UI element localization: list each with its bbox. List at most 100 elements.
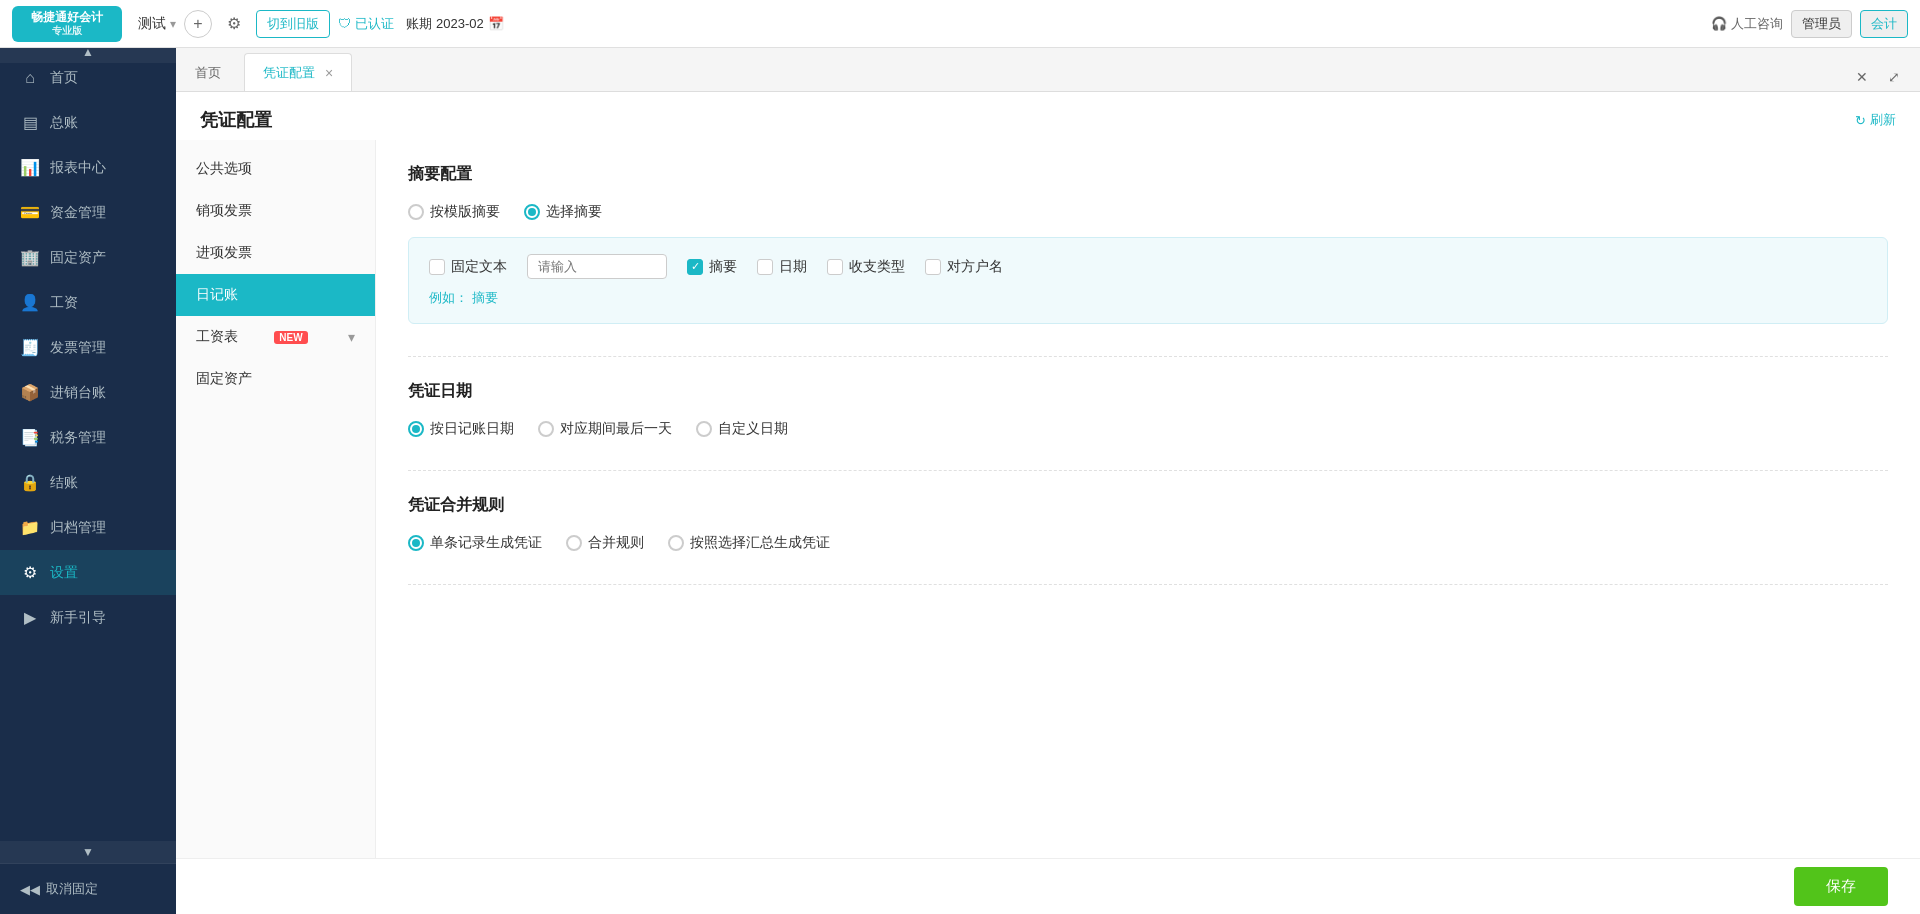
voucher-merge-title: 凭证合并规则 <box>408 495 1888 516</box>
main-layout: ▲ ⌂ 首页 ▤ 总账 📊 报表中心 💳 资金管理 🏢 固定资产 <box>0 48 1920 914</box>
counterpart-checkbox <box>925 259 941 275</box>
sidebar-item-settings[interactable]: ⚙ 设置 <box>0 550 176 595</box>
tab-voucher-config[interactable]: 凭证配置 × <box>244 53 352 91</box>
sidebar-item-payroll[interactable]: 👤 工资 <box>0 280 176 325</box>
tab-expand-button[interactable]: ⤢ <box>1880 63 1908 91</box>
summary-config-title: 摘要配置 <box>408 164 1888 185</box>
page-header: 凭证配置 ↻ 刷新 <box>176 92 1920 140</box>
funds-icon: 💳 <box>20 203 40 222</box>
voucher-merge-section: 凭证合并规则 单条记录生成凭证 合并规则 <box>408 495 1888 552</box>
sidebar-item-funds[interactable]: 💳 资金管理 <box>0 190 176 235</box>
radio-diary-date[interactable]: 按日记账日期 <box>408 420 514 438</box>
summary-radio-group: 按模版摘要 选择摘要 <box>408 203 1888 221</box>
sidebar-item-reports[interactable]: 📊 报表中心 <box>0 145 176 190</box>
radio-merge-rule[interactable]: 合并规则 <box>566 534 644 552</box>
divider-3 <box>408 584 1888 585</box>
human-service-button[interactable]: 🎧 人工咨询 <box>1711 15 1783 33</box>
headset-icon: 🎧 <box>1711 16 1727 31</box>
shield-icon: 🛡 <box>338 16 351 31</box>
sidebar-item-guide[interactable]: ▶ 新手引导 <box>0 595 176 640</box>
cancel-fixed-button[interactable]: ◀◀ 取消固定 <box>12 874 164 904</box>
sidebar-scroll-down[interactable]: ▼ <box>0 841 176 863</box>
tab-close-icon[interactable]: × <box>325 65 333 81</box>
tab-close-button[interactable]: ✕ <box>1848 63 1876 91</box>
radio-template-summary[interactable]: 按模版摘要 <box>408 203 500 221</box>
radio-template-circle <box>408 204 424 220</box>
save-button[interactable]: 保存 <box>1794 867 1888 906</box>
calendar-icon[interactable]: 📅 <box>488 16 504 31</box>
voucher-date-section: 凭证日期 按日记账日期 对应期间最后一天 <box>408 381 1888 438</box>
radio-select-merge[interactable]: 按照选择汇总生成凭证 <box>668 534 830 552</box>
sidebar-item-home[interactable]: ⌂ 首页 <box>0 56 176 100</box>
reports-icon: 📊 <box>20 158 40 177</box>
inner-layout: 公共选项 销项发票 进项发票 日记账 工资表 NEW ▾ 固定资产 摘要配置 <box>176 140 1920 858</box>
new-badge: NEW <box>274 331 307 344</box>
radio-select-summary[interactable]: 选择摘要 <box>524 203 602 221</box>
role-button[interactable]: 会计 <box>1860 10 1908 38</box>
radio-diary-date-circle <box>408 421 424 437</box>
radio-single[interactable]: 单条记录生成凭证 <box>408 534 542 552</box>
radio-custom-date-circle <box>696 421 712 437</box>
expand-icon: ▾ <box>348 329 355 345</box>
radio-custom-date[interactable]: 自定义日期 <box>696 420 788 438</box>
right-content: 摘要配置 按模版摘要 选择摘要 <box>376 140 1920 858</box>
admin-button[interactable]: 管理员 <box>1791 10 1852 38</box>
sidebar-item-sales-purchase[interactable]: 📦 进销台账 <box>0 370 176 415</box>
voucher-merge-radio-group: 单条记录生成凭证 合并规则 按照选择汇总生成凭证 <box>408 534 1888 552</box>
radio-select-merge-circle <box>668 535 684 551</box>
refresh-icon: ↻ <box>1855 113 1866 128</box>
fixed-text-input[interactable] <box>527 254 667 279</box>
page-content: 凭证配置 ↻ 刷新 公共选项 销项发票 进项发票 日记账 工资表 NEW <box>176 92 1920 914</box>
sidebar-item-archive[interactable]: 📁 归档管理 <box>0 505 176 550</box>
left-nav-payroll[interactable]: 工资表 NEW ▾ <box>176 316 375 358</box>
sidebar-item-invoice[interactable]: 🧾 发票管理 <box>0 325 176 370</box>
gear-icon[interactable]: ⚙ <box>220 10 248 38</box>
sidebar-item-tax[interactable]: 📑 税务管理 <box>0 415 176 460</box>
summary-options: 固定文本 ✓ 摘要 日期 <box>429 254 1867 279</box>
settings-icon: ⚙ <box>20 563 40 582</box>
left-nav-public[interactable]: 公共选项 <box>176 148 375 190</box>
checkbox-income-type[interactable]: 收支类型 <box>827 258 905 276</box>
radio-last-day[interactable]: 对应期间最后一天 <box>538 420 672 438</box>
add-button[interactable]: + <box>184 10 212 38</box>
close-accounts-icon: 🔒 <box>20 473 40 492</box>
sidebar: ▲ ⌂ 首页 ▤ 总账 📊 报表中心 💳 资金管理 🏢 固定资产 <box>0 48 176 914</box>
sidebar-item-ledger[interactable]: ▤ 总账 <box>0 100 176 145</box>
income-type-checkbox <box>827 259 843 275</box>
tab-home[interactable]: 首页 <box>176 53 240 91</box>
ledger-icon: ▤ <box>20 113 40 132</box>
checkbox-counterpart[interactable]: 对方户名 <box>925 258 1003 276</box>
content-area: 首页 凭证配置 × ✕ ⤢ 凭证配置 ↻ 刷新 <box>176 48 1920 914</box>
old-version-button[interactable]: 切到旧版 <box>256 10 330 38</box>
archive-icon: 📁 <box>20 518 40 537</box>
radio-single-circle <box>408 535 424 551</box>
summary-example: 例如： 摘要 <box>429 289 1867 307</box>
sidebar-item-fixed-assets[interactable]: 🏢 固定资产 <box>0 235 176 280</box>
checkbox-abstract[interactable]: ✓ 摘要 <box>687 258 737 276</box>
checkbox-fixed-text[interactable]: 固定文本 <box>429 258 507 276</box>
left-nav-sales-invoice[interactable]: 销项发票 <box>176 190 375 232</box>
logo-line2: 专业版 <box>31 25 103 37</box>
divider-1 <box>408 356 1888 357</box>
tabbar: 首页 凭证配置 × ✕ ⤢ <box>176 48 1920 92</box>
abstract-checkbox: ✓ <box>687 259 703 275</box>
payroll-icon: 👤 <box>20 293 40 312</box>
voucher-date-title: 凭证日期 <box>408 381 1888 402</box>
sales-purchase-icon: 📦 <box>20 383 40 402</box>
home-icon: ⌂ <box>20 69 40 87</box>
topbar: 畅捷通好会计 专业版 测试 ▾ + ⚙ 切到旧版 🛡 已认证 账期 2023-0… <box>0 0 1920 48</box>
sidebar-bottom: ◀◀ 取消固定 <box>0 863 176 914</box>
divider-2 <box>408 470 1888 471</box>
left-nav-purchase-invoice[interactable]: 进项发票 <box>176 232 375 274</box>
logo: 畅捷通好会计 专业版 <box>12 6 122 42</box>
radio-last-day-circle <box>538 421 554 437</box>
refresh-button[interactable]: ↻ 刷新 <box>1855 111 1896 129</box>
sidebar-item-close[interactable]: 🔒 结账 <box>0 460 176 505</box>
period-info: 账期 2023-02 📅 <box>406 15 504 33</box>
voucher-date-radio-group: 按日记账日期 对应期间最后一天 自定义日期 <box>408 420 1888 438</box>
sidebar-scroll: ⌂ 首页 ▤ 总账 📊 报表中心 💳 资金管理 🏢 固定资产 👤 工资 <box>0 56 176 841</box>
checkbox-date[interactable]: 日期 <box>757 258 807 276</box>
left-nav-diary[interactable]: 日记账 <box>176 274 375 316</box>
company-name[interactable]: 测试 ▾ <box>138 15 176 33</box>
left-nav-fixed-assets[interactable]: 固定资产 <box>176 358 375 400</box>
